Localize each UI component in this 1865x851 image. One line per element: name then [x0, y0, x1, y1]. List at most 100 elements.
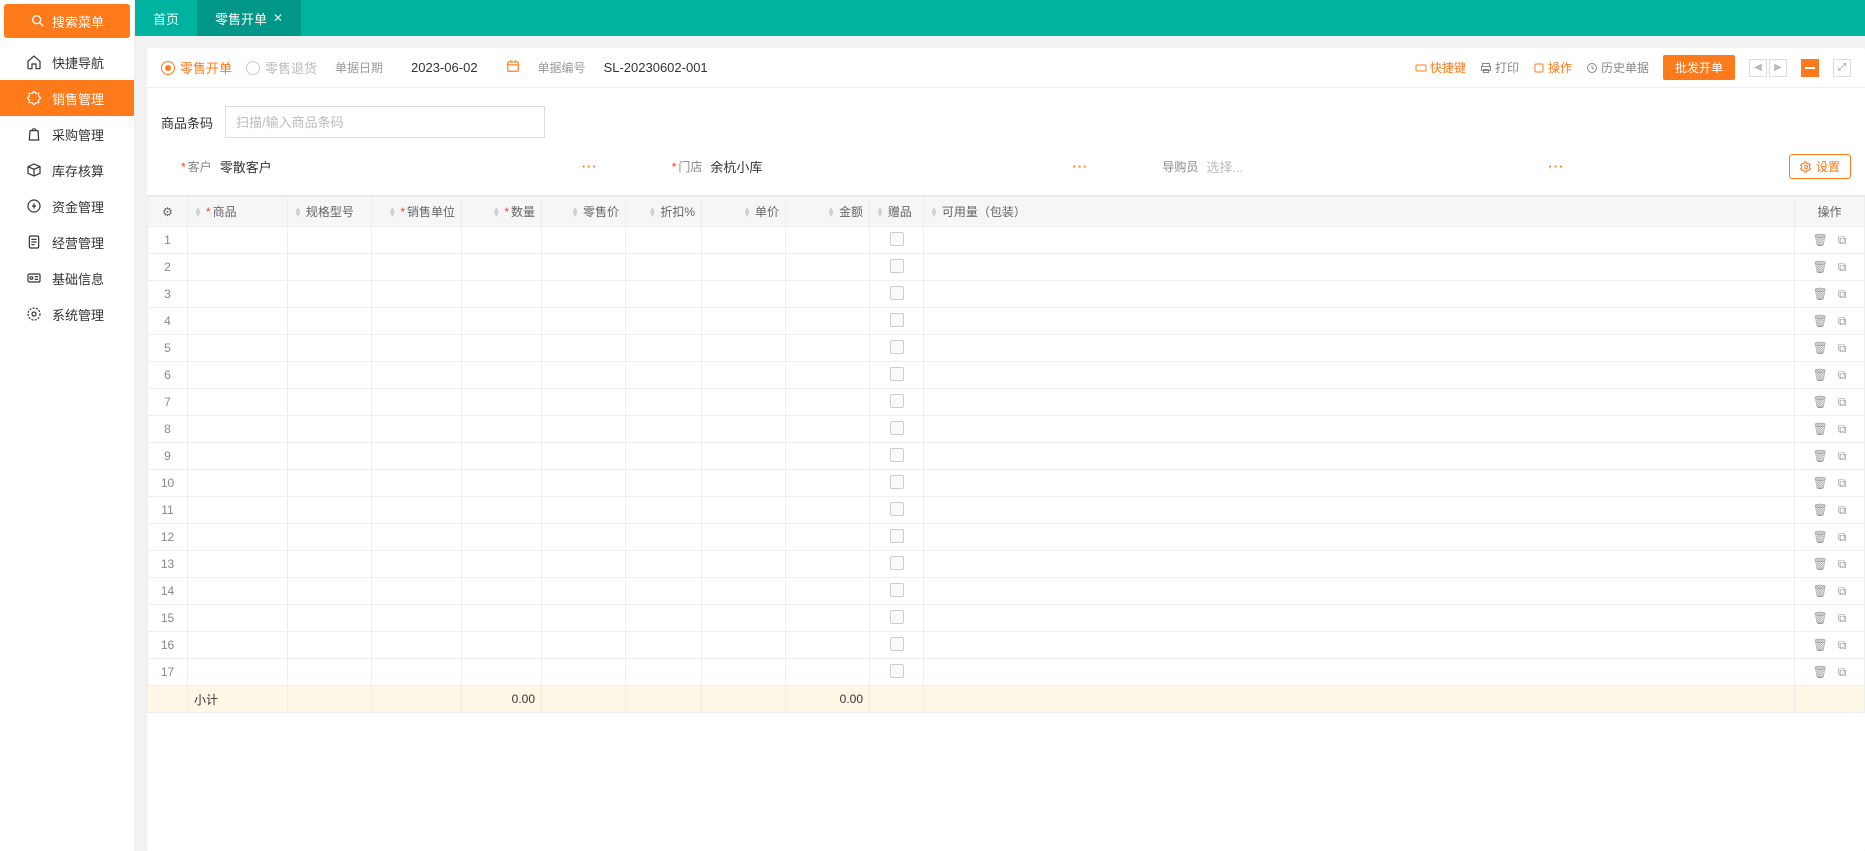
cell-qty[interactable]	[462, 443, 542, 470]
cell-product[interactable]	[188, 389, 288, 416]
cell-retail[interactable]	[542, 254, 626, 281]
cell-gift[interactable]	[870, 389, 924, 416]
add-row-icon[interactable]: ⧉	[1838, 584, 1847, 599]
cell-qty[interactable]	[462, 254, 542, 281]
cell-qty[interactable]	[462, 281, 542, 308]
col-amount[interactable]: ▲▼金额	[786, 197, 870, 227]
cell-spec[interactable]	[288, 632, 372, 659]
cell-spec[interactable]	[288, 227, 372, 254]
add-row-icon[interactable]: ⧉	[1838, 233, 1847, 248]
sidebar-item-7[interactable]: 系统管理	[0, 296, 134, 332]
cell-price[interactable]	[702, 524, 786, 551]
cell-unit[interactable]	[372, 362, 462, 389]
cell-qty[interactable]	[462, 335, 542, 362]
col-product[interactable]: ▲▼*商品	[188, 197, 288, 227]
radio-retail-return[interactable]: 零售退货	[246, 58, 317, 77]
cell-gift[interactable]	[870, 605, 924, 632]
add-row-icon[interactable]: ⧉	[1838, 260, 1847, 275]
store-lookup-button[interactable]: ···	[1066, 159, 1094, 174]
sidebar-item-1[interactable]: 销售管理	[0, 80, 134, 116]
cell-retail[interactable]	[542, 416, 626, 443]
gift-checkbox[interactable]	[890, 637, 904, 651]
date-value[interactable]: 2023-06-02	[401, 57, 488, 78]
col-discount[interactable]: ▲▼折扣%	[626, 197, 702, 227]
col-spec[interactable]: ▲▼规格型号	[288, 197, 372, 227]
cell-price[interactable]	[702, 389, 786, 416]
cell-spec[interactable]	[288, 335, 372, 362]
gift-checkbox[interactable]	[890, 529, 904, 543]
gift-checkbox[interactable]	[890, 421, 904, 435]
cell-price[interactable]	[702, 605, 786, 632]
cell-retail[interactable]	[542, 551, 626, 578]
cell-unit[interactable]	[372, 281, 462, 308]
cell-gift[interactable]	[870, 335, 924, 362]
cell-retail[interactable]	[542, 524, 626, 551]
cell-retail[interactable]	[542, 362, 626, 389]
cell-unit[interactable]	[372, 308, 462, 335]
cell-discount[interactable]	[626, 227, 702, 254]
cell-amount[interactable]	[786, 281, 870, 308]
cell-product[interactable]	[188, 281, 288, 308]
cell-gift[interactable]	[870, 443, 924, 470]
cell-spec[interactable]	[288, 443, 372, 470]
delete-row-icon[interactable]: 🗑	[1813, 584, 1828, 599]
tab-0[interactable]: 首页	[135, 0, 197, 36]
radio-retail-order[interactable]: 零售开单	[161, 58, 232, 77]
cell-gift[interactable]	[870, 362, 924, 389]
sidebar-search-menu[interactable]: 搜索菜单	[4, 4, 130, 38]
cell-gift[interactable]	[870, 497, 924, 524]
delete-row-icon[interactable]: 🗑	[1813, 341, 1828, 356]
cell-discount[interactable]	[626, 605, 702, 632]
sidebar-item-4[interactable]: 资金管理	[0, 188, 134, 224]
add-row-icon[interactable]: ⧉	[1838, 449, 1847, 464]
cell-product[interactable]	[188, 578, 288, 605]
cell-qty[interactable]	[462, 470, 542, 497]
col-qty[interactable]: ▲▼*数量	[462, 197, 542, 227]
add-row-icon[interactable]: ⧉	[1838, 503, 1847, 518]
delete-row-icon[interactable]: 🗑	[1813, 557, 1828, 572]
cell-qty[interactable]	[462, 389, 542, 416]
cell-product[interactable]	[188, 416, 288, 443]
cell-price[interactable]	[702, 497, 786, 524]
cell-available[interactable]	[924, 254, 1795, 281]
cell-price[interactable]	[702, 335, 786, 362]
cell-discount[interactable]	[626, 335, 702, 362]
cell-product[interactable]	[188, 254, 288, 281]
delete-row-icon[interactable]: 🗑	[1813, 476, 1828, 491]
sidebar-item-6[interactable]: 基础信息	[0, 260, 134, 296]
delete-row-icon[interactable]: 🗑	[1813, 530, 1828, 545]
guide-lookup-button[interactable]: ···	[1542, 159, 1570, 174]
cell-available[interactable]	[924, 227, 1795, 254]
cell-product[interactable]	[188, 524, 288, 551]
delete-row-icon[interactable]: 🗑	[1813, 638, 1828, 653]
cell-spec[interactable]	[288, 578, 372, 605]
gift-checkbox[interactable]	[890, 259, 904, 273]
add-row-icon[interactable]: ⧉	[1838, 368, 1847, 383]
cell-amount[interactable]	[786, 551, 870, 578]
cell-discount[interactable]	[626, 308, 702, 335]
cell-gift[interactable]	[870, 524, 924, 551]
add-row-icon[interactable]: ⧉	[1838, 638, 1847, 653]
add-row-icon[interactable]: ⧉	[1838, 530, 1847, 545]
cell-price[interactable]	[702, 578, 786, 605]
cell-unit[interactable]	[372, 443, 462, 470]
sidebar-item-3[interactable]: 库存核算	[0, 152, 134, 188]
cell-retail[interactable]	[542, 443, 626, 470]
cell-available[interactable]	[924, 578, 1795, 605]
cell-gift[interactable]	[870, 281, 924, 308]
cell-unit[interactable]	[372, 497, 462, 524]
gift-checkbox[interactable]	[890, 556, 904, 570]
cell-unit[interactable]	[372, 578, 462, 605]
cell-unit[interactable]	[372, 335, 462, 362]
cell-qty[interactable]	[462, 227, 542, 254]
cell-price[interactable]	[702, 362, 786, 389]
col-retail[interactable]: ▲▼零售价	[542, 197, 626, 227]
store-value[interactable]: 余杭小库	[710, 157, 770, 176]
add-row-icon[interactable]: ⧉	[1838, 341, 1847, 356]
cell-discount[interactable]	[626, 470, 702, 497]
cell-qty[interactable]	[462, 551, 542, 578]
cell-discount[interactable]	[626, 659, 702, 686]
cell-spec[interactable]	[288, 551, 372, 578]
cell-amount[interactable]	[786, 659, 870, 686]
table-row[interactable]: 16🗑⧉	[148, 632, 1865, 659]
